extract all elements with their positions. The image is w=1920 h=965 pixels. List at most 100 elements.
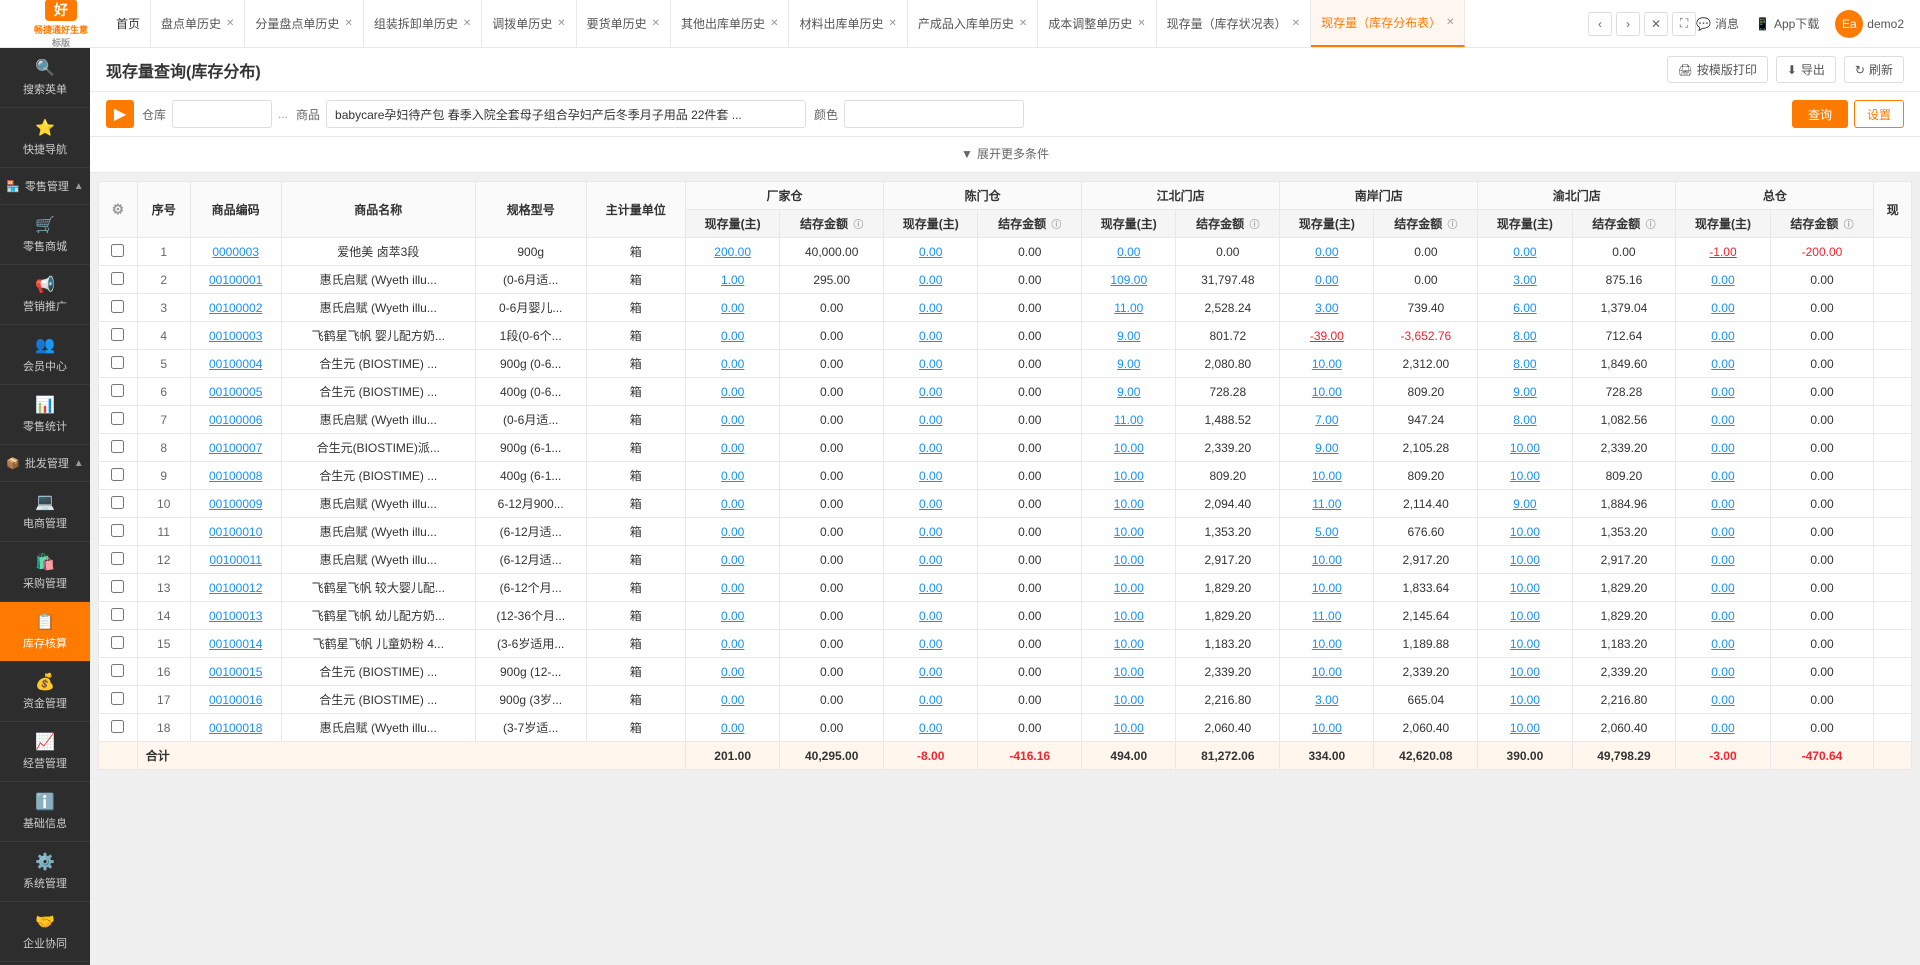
row-index: 14 [137,602,190,630]
row-total-stock: 0.00 [1676,322,1770,350]
row-select[interactable] [99,546,138,574]
sidebar-item-retail[interactable]: 🏪零售管理▲ [0,168,90,205]
row-name: 惠氏启赋 (Wyeth illu... [281,518,475,546]
row-select[interactable] [99,462,138,490]
sidebar-item-member[interactable]: 👥会员中心 [0,325,90,385]
row-select[interactable] [99,686,138,714]
expand-more-btn[interactable]: ▼ 展开更多条件 [953,141,1057,166]
row-select[interactable] [99,266,138,294]
row-spec: (3-7岁适... [475,714,586,742]
sidebar-item-inventory[interactable]: 📋库存核算 [0,602,90,662]
row-select[interactable] [99,406,138,434]
row-select[interactable] [99,490,138,518]
sidebar-icon-retail: 🏪 [6,180,20,193]
sidebar-item-base[interactable]: ℹ️基础信息 [0,782,90,842]
settings-btn[interactable]: 设置 [1854,100,1904,128]
tab-t1[interactable]: 盘点单历史✕ [151,0,245,47]
sidebar-item-marketing[interactable]: 📢营销推广 [0,265,90,325]
tab-close-t5[interactable]: ✕ [652,18,660,29]
tab-t3[interactable]: 组装拆卸单历史✕ [364,0,482,47]
sidebar-item-wholesale[interactable]: 📦批发管理▲ [0,445,90,482]
tab-t4[interactable]: 调拨单历史✕ [482,0,576,47]
query-btn[interactable]: 查询 [1792,100,1848,128]
row-nanan-stock: 5.00 [1280,518,1374,546]
row-factory-stock: 200.00 [686,238,780,266]
sidebar-item-management[interactable]: 📈经营管理 [0,722,90,782]
row-select[interactable] [99,378,138,406]
warehouse-input[interactable] [172,100,272,128]
print-btn[interactable]: 🖨 按模版打印 [1667,56,1768,83]
tab-t8[interactable]: 产成品入库单历史✕ [908,0,1038,47]
tab-close-t8[interactable]: ✕ [1019,18,1027,29]
sidebar-label-purchase: 采购管理 [23,575,67,591]
tab-fullscreen-btn[interactable]: ⛶ [1672,12,1696,36]
sidebar-item-collab[interactable]: 🤝企业协同 [0,902,90,962]
gear-icon[interactable]: ⚙ [112,201,125,217]
row-code: 0000003 [190,238,281,266]
color-input[interactable] [844,100,1024,128]
row-select[interactable] [99,350,138,378]
summary-yubei-amt: 49,798.29 [1572,742,1676,770]
tab-t11[interactable]: 现存量（库存分布表）✕ [1311,0,1465,47]
nanan-info-icon[interactable]: ⓘ [1448,220,1458,231]
row-select[interactable] [99,294,138,322]
sidebar-item-search[interactable]: 🔍搜索英单 [0,48,90,108]
tab-close-t6[interactable]: ✕ [770,18,778,29]
row-yubei-stock: 10.00 [1478,714,1572,742]
sidebar-item-finance[interactable]: 💰资金管理 [0,662,90,722]
sidebar-item-stats[interactable]: 📊零售统计 [0,385,90,445]
tab-prev-btn[interactable]: ‹ [1588,12,1612,36]
sidebar-item-mall[interactable]: 🛒零售商城 [0,205,90,265]
message-btn[interactable]: 💬 消息 [1696,15,1739,32]
row-current [1874,630,1912,658]
sidebar-item-system[interactable]: ⚙️系统管理 [0,842,90,902]
total-info-icon[interactable]: ⓘ [1844,220,1854,231]
row-select[interactable] [99,434,138,462]
row-select[interactable] [99,630,138,658]
sidebar-item-nav[interactable]: ⭐快捷导航 [0,108,90,168]
factory-info-icon[interactable]: ⓘ [853,220,863,231]
row-select[interactable] [99,602,138,630]
sidebar-item-ecommerce[interactable]: 💻电商管理 [0,482,90,542]
row-select[interactable] [99,658,138,686]
row-select[interactable] [99,574,138,602]
user-area[interactable]: Ea demo2 [1835,10,1904,38]
row-nanan-amt: 1,189.88 [1374,630,1478,658]
row-name: 惠氏启赋 (Wyeth illu... [281,546,475,574]
tab-close-t1[interactable]: ✕ [226,18,234,29]
chen-info-icon[interactable]: ⓘ [1051,220,1061,231]
row-chen-amt: 0.00 [978,686,1082,714]
tab-close-t11[interactable]: ✕ [1446,17,1454,28]
tab-close-t2[interactable]: ✕ [344,18,352,29]
row-factory-amt: 0.00 [780,602,884,630]
tab-t9[interactable]: 成本调整单历史✕ [1038,0,1156,47]
tab-close-btn[interactable]: ✕ [1644,12,1668,36]
tab-next-btn[interactable]: › [1616,12,1640,36]
export-btn[interactable]: ⬇ 导出 [1776,56,1836,83]
jiangbei-info-icon[interactable]: ⓘ [1249,220,1259,231]
tab-t6[interactable]: 其他出库单历史✕ [671,0,789,47]
tab-close-t4[interactable]: ✕ [557,18,565,29]
row-select[interactable] [99,238,138,266]
tab-close-t3[interactable]: ✕ [463,18,471,29]
tab-close-t9[interactable]: ✕ [1137,18,1145,29]
tab-t7[interactable]: 材料出库单历史✕ [789,0,907,47]
row-jiangbei-amt: 1,829.20 [1176,602,1280,630]
tab-close-t10[interactable]: ✕ [1292,18,1300,29]
row-select[interactable] [99,518,138,546]
refresh-btn[interactable]: ↻ 刷新 [1844,56,1904,83]
app-download-btn[interactable]: 📱 App下载 [1755,15,1819,32]
tab-t10[interactable]: 现存量（库存状况表）✕ [1157,0,1311,47]
row-factory-amt: 0.00 [780,658,884,686]
summary-total-stock: -3.00 [1676,742,1770,770]
sidebar-item-purchase[interactable]: 🛍️采购管理 [0,542,90,602]
yubei-info-icon[interactable]: ⓘ [1646,220,1656,231]
tab-close-t7[interactable]: ✕ [888,18,896,29]
tab-home[interactable]: 首页 [106,0,151,47]
tab-t5[interactable]: 要货单历史✕ [577,0,671,47]
tab-t2[interactable]: 分量盘点单历史✕ [245,0,363,47]
row-select[interactable] [99,322,138,350]
filter-expand-toggle[interactable]: ▶ [106,100,134,128]
row-select[interactable] [99,714,138,742]
goods-input[interactable] [326,100,806,128]
